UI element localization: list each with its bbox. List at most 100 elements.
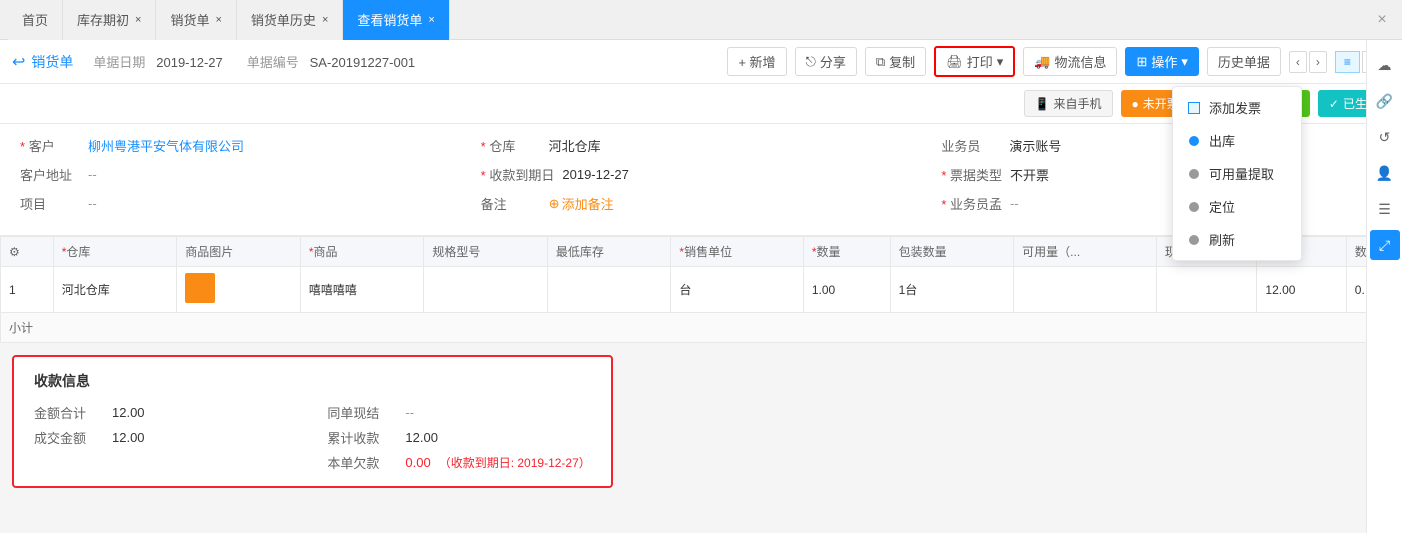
tab-sales-label: 销货单: [170, 10, 209, 29]
tab-sales-close[interactable]: ×: [215, 14, 221, 26]
payment-info-box: 收款信息 金额合计 12.00 同单现结 -- 成交金额 12.00 累计收款 …: [12, 355, 613, 488]
document-actions: + 新增 ⎋ 分享 ⧉ 复制 🖨 打印 ▾ 🚚 物流信息 ⊞ 操作 ▾ 历史单据…: [727, 46, 1390, 77]
current-due-row: [34, 453, 297, 472]
effected-icon: ✓: [1329, 97, 1339, 111]
address-field: 客户地址 --: [20, 165, 461, 184]
tab-view-sales-close[interactable]: ×: [428, 14, 434, 26]
document-meta: 单据日期 2019-12-27 单据编号 SA-20191227-001: [93, 52, 415, 71]
subtotal-label: 小计: [1, 313, 1402, 343]
settlement-label: 同单现结: [327, 403, 397, 422]
locate-item[interactable]: 定位: [1173, 190, 1301, 223]
tab-bar: 首页 库存期初 × 销货单 × 销货单历史 × 查看销货单 × ×: [0, 0, 1402, 40]
address-value: --: [88, 167, 97, 182]
row-available: [1014, 267, 1157, 313]
cumulative-label: 累计收款: [327, 428, 397, 447]
refresh-item[interactable]: 刷新: [1173, 223, 1301, 256]
window-close-button[interactable]: ×: [1362, 0, 1402, 40]
add-invoice-icon: [1187, 101, 1201, 115]
refresh-label: 刷新: [1209, 230, 1235, 249]
note-field: 备注 ⊕ 添加备注: [481, 194, 922, 213]
ticket-type-field: * 票据类型 不开票: [941, 165, 1382, 184]
logistics-button[interactable]: 🚚 物流信息: [1023, 47, 1117, 76]
payment-info-title: 收款信息: [34, 371, 591, 391]
row-index: 1: [1, 267, 54, 313]
grid-icon: ⊞: [1136, 54, 1147, 70]
cloud-sidebar-icon[interactable]: ☁: [1370, 50, 1400, 80]
ticket-type-value: 不开票: [1010, 165, 1049, 184]
col-product: *商品: [300, 237, 424, 267]
person-sidebar-icon[interactable]: 👤: [1370, 158, 1400, 188]
current-due-detail-row: 本单欠款 0.00 （收款到期日: 2019-12-27）: [327, 453, 590, 472]
due-date-detail: （收款到期日: 2019-12-27）: [439, 454, 591, 471]
tab-inventory[interactable]: 库存期初 ×: [63, 0, 156, 40]
share-icon: ⎋: [806, 54, 816, 70]
transaction-row: 成交金额 12.00: [34, 428, 297, 447]
expand-sidebar-icon[interactable]: ⤢: [1370, 230, 1400, 260]
salesperson-required: *: [941, 197, 946, 212]
number-label-text: 单据编号 SA-20191227-001: [247, 52, 415, 71]
total-amount-label: 金额合计: [34, 403, 104, 422]
prev-button[interactable]: ‹: [1289, 51, 1307, 73]
total-amount-value: 12.00: [112, 405, 145, 420]
product-thumbnail: [185, 273, 215, 303]
col-quantity: *数量: [803, 237, 890, 267]
copy-button[interactable]: ⧉ 复制: [865, 47, 926, 76]
payment-date-required: *: [481, 168, 486, 183]
tab-view-sales-label: 查看销货单: [357, 10, 422, 29]
tab-view-sales[interactable]: 查看销货单 ×: [343, 0, 449, 40]
settlement-row: 同单现结 --: [327, 403, 590, 422]
cumulative-row: 累计收款 12.00: [327, 428, 590, 447]
salesperson-field: * 业务员孟 --: [941, 194, 1382, 213]
add-note-button[interactable]: ⊕ 添加备注: [549, 194, 614, 213]
col-gear[interactable]: ⚙: [1, 237, 54, 267]
available-extract-item[interactable]: 可用量提取: [1173, 157, 1301, 190]
row-product: 嘻嘻嘻嘻: [300, 267, 424, 313]
col-spec: 规格型号: [424, 237, 548, 267]
document-type: ↩ 销货单: [12, 52, 73, 72]
share-button[interactable]: ⎋ 分享: [795, 47, 857, 76]
locate-icon: [1187, 200, 1201, 214]
subtotal-row: 小计: [1, 313, 1402, 343]
plus-icon: ⊕: [549, 196, 560, 212]
history-button[interactable]: 历史单据: [1207, 47, 1281, 76]
list-view-button[interactable]: ≡: [1335, 51, 1360, 73]
row-package: 1台: [890, 267, 1014, 313]
document-icon: ↩: [12, 52, 25, 72]
tab-history[interactable]: 销货单历史 ×: [237, 0, 343, 40]
right-sidebar: ☁ 🔗 ↺ 👤 ☰ ⤢: [1366, 40, 1402, 533]
tab-sales[interactable]: 销货单 ×: [156, 0, 236, 40]
row-product-img: [177, 267, 301, 313]
new-button[interactable]: + 新增: [727, 47, 786, 76]
row-current: [1156, 267, 1257, 313]
tab-home[interactable]: 首页: [8, 0, 63, 40]
row-unit: 台: [671, 267, 803, 313]
operate-button[interactable]: ⊞ 操作 ▾: [1125, 47, 1198, 76]
tab-history-close[interactable]: ×: [322, 14, 328, 26]
row-warehouse: 河北仓库: [53, 267, 177, 313]
list-sidebar-icon[interactable]: ☰: [1370, 194, 1400, 224]
from-phone-button[interactable]: 📱 来自手机: [1024, 90, 1113, 117]
refresh-sidebar-icon[interactable]: ↺: [1370, 122, 1400, 152]
link-sidebar-icon[interactable]: 🔗: [1370, 86, 1400, 116]
cumulative-value: 12.00: [405, 430, 438, 445]
out-warehouse-icon: [1187, 134, 1201, 148]
current-due-value: 0.00: [405, 455, 430, 470]
col-available: 可用量（...: [1014, 237, 1157, 267]
print-icon: 🖨: [946, 54, 963, 70]
project-field: 项目 --: [20, 194, 461, 213]
available-extract-icon: [1187, 167, 1201, 181]
copy-icon: ⧉: [876, 54, 885, 70]
warehouse-field: * 仓库 河北仓库: [481, 136, 922, 155]
col-unit: *销售单位: [671, 237, 803, 267]
payment-date-field: * 收款到期日 2019-12-27: [481, 165, 922, 184]
tab-inventory-close[interactable]: ×: [135, 14, 141, 26]
print-button[interactable]: 🖨 打印 ▾: [934, 46, 1015, 77]
add-invoice-item[interactable]: 添加发票: [1173, 91, 1301, 124]
col-warehouse: *仓库: [53, 237, 177, 267]
add-invoice-label: 添加发票: [1209, 98, 1261, 117]
next-button[interactable]: ›: [1309, 51, 1327, 73]
table-row: 1 河北仓库 嘻嘻嘻嘻 台 1.00 1台 12.00 0.: [1, 267, 1402, 313]
customer-value[interactable]: 柳州粤港平安气体有限公司: [88, 136, 244, 155]
col-min-stock: 最低库存: [547, 237, 671, 267]
out-warehouse-item[interactable]: 出库: [1173, 124, 1301, 157]
